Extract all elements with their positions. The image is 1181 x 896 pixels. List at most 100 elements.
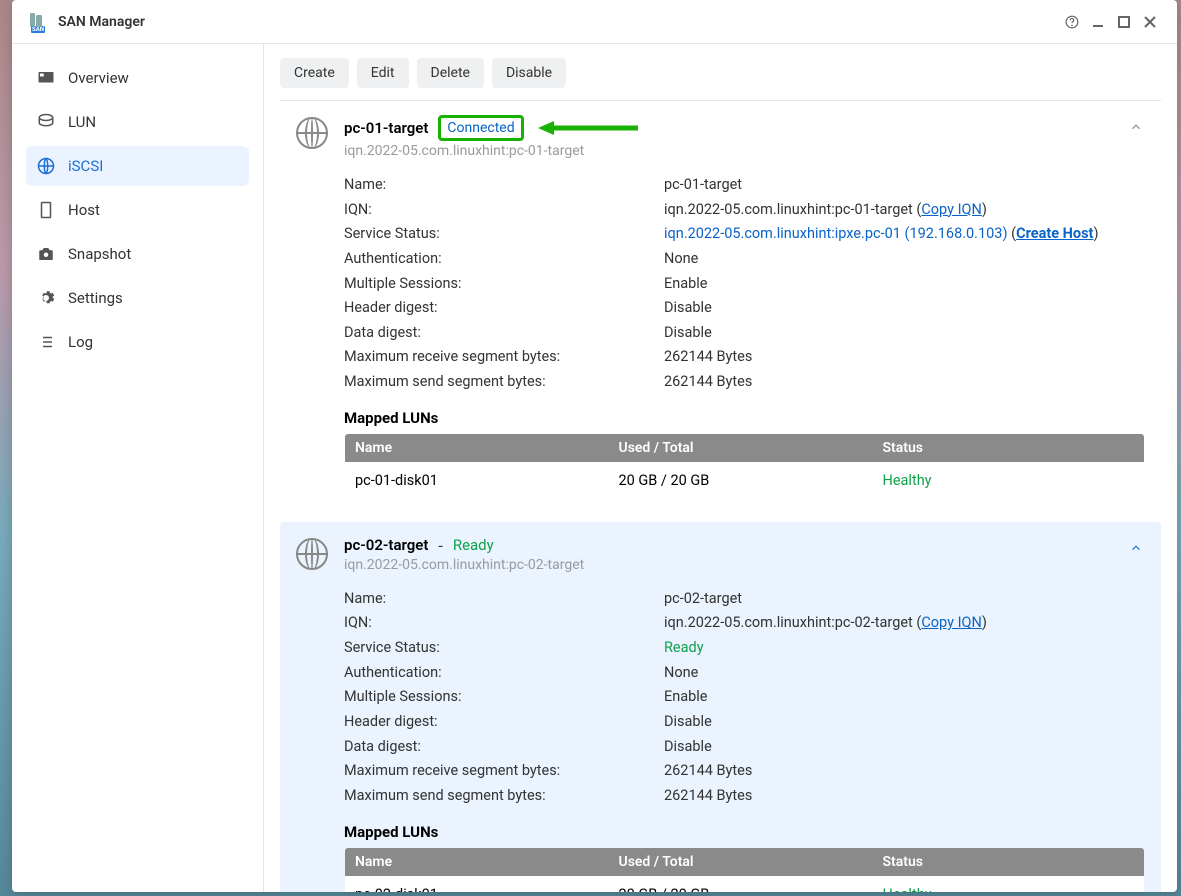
row-value: 262144 Bytes (664, 345, 1145, 370)
row-label: Multiple Sessions: (344, 272, 664, 297)
sidebar-item-label: iSCSI (68, 157, 103, 175)
row-label: Data digest: (344, 321, 664, 346)
app-window: SAN SAN Manager Overview LUN iSCSI Ho (12, 0, 1177, 892)
sidebar-item-snapshot[interactable]: Snapshot (26, 234, 249, 274)
row-label: Multiple Sessions: (344, 685, 664, 710)
close-button[interactable] (1139, 11, 1161, 33)
row-label: IQN: (344, 198, 664, 223)
copy-iqn-link[interactable]: Copy IQN (921, 614, 982, 631)
globe-icon (36, 156, 56, 176)
table-row[interactable]: pc-01-disk01 20 GB / 20 GB Healthy (345, 462, 1145, 500)
col-status: Status (873, 433, 1145, 462)
cell-used-total: 20 GB / 20 GB (609, 876, 873, 892)
sidebar-item-label: Log (68, 333, 93, 351)
row-label: Header digest: (344, 710, 664, 735)
target-iqn-subtitle: iqn.2022-05.com.linuxhint:pc-01-target (344, 143, 1145, 159)
create-button[interactable]: Create (280, 58, 349, 88)
cell-name: pc-02-disk01 (345, 876, 609, 892)
row-label: Header digest: (344, 296, 664, 321)
row-label: Service Status: (344, 222, 664, 247)
sidebar-item-settings[interactable]: Settings (26, 278, 249, 318)
status-text-ready: Ready (453, 536, 494, 554)
row-label: Maximum receive segment bytes: (344, 345, 664, 370)
sidebar-item-label: LUN (68, 113, 96, 131)
toolbar: Create Edit Delete Disable (280, 58, 1161, 101)
cell-used-total: 20 GB / 20 GB (609, 462, 873, 500)
sidebar-item-lun[interactable]: LUN (26, 102, 249, 142)
row-label: Name: (344, 173, 664, 198)
dashboard-icon (36, 68, 56, 88)
cell-status: Healthy (873, 876, 1145, 892)
sidebar-item-overview[interactable]: Overview (26, 58, 249, 98)
maximize-button[interactable] (1113, 11, 1135, 33)
row-value: Ready (664, 639, 704, 656)
col-used-total: Used / Total (609, 847, 873, 876)
row-value: None (664, 661, 1145, 686)
col-name: Name (345, 433, 609, 462)
mapped-luns-heading: Mapped LUNs (344, 409, 1145, 427)
col-name: Name (345, 847, 609, 876)
col-used-total: Used / Total (609, 433, 873, 462)
camera-icon (36, 244, 56, 264)
app-title: SAN Manager (58, 14, 145, 30)
list-icon (36, 332, 56, 352)
status-badge-connected: Connected (438, 115, 523, 141)
cell-status: Healthy (873, 462, 1145, 500)
row-value: Disable (664, 735, 1145, 760)
sidebar-item-label: Snapshot (68, 245, 131, 263)
row-value: Enable (664, 272, 1145, 297)
mapped-luns-heading: Mapped LUNs (344, 823, 1145, 841)
row-value: Disable (664, 710, 1145, 735)
mapped-luns-table: Name Used / Total Status pc-01-disk01 20… (344, 433, 1145, 500)
target-iqn-subtitle: iqn.2022-05.com.linuxhint:pc-02-target (344, 557, 1145, 573)
app-icon: SAN (28, 13, 48, 31)
target-name: pc-01-target (344, 119, 428, 137)
row-value: Disable (664, 296, 1145, 321)
row-label: Data digest: (344, 735, 664, 760)
row-label: Name: (344, 587, 664, 612)
row-label: IQN: (344, 611, 664, 636)
device-icon (36, 200, 56, 220)
collapse-toggle[interactable] (1129, 540, 1143, 559)
row-value-iqn: iqn.2022-05.com.linuxhint:pc-02-target (… (664, 611, 1145, 636)
row-label: Maximum send segment bytes: (344, 370, 664, 395)
row-value: Disable (664, 321, 1145, 346)
cell-name: pc-01-disk01 (345, 462, 609, 500)
gear-icon (36, 288, 56, 308)
row-label: Service Status: (344, 636, 664, 661)
row-value: None (664, 247, 1145, 272)
help-button[interactable] (1061, 11, 1083, 33)
row-value: 262144 Bytes (664, 370, 1145, 395)
table-row[interactable]: pc-02-disk01 20 GB / 20 GB Healthy (345, 876, 1145, 892)
minimize-button[interactable] (1087, 11, 1109, 33)
delete-button[interactable]: Delete (417, 58, 484, 88)
titlebar: SAN SAN Manager (12, 0, 1177, 44)
edit-button[interactable]: Edit (357, 58, 409, 88)
row-value: pc-01-target (664, 173, 1145, 198)
sidebar-item-log[interactable]: Log (26, 322, 249, 362)
row-label: Maximum receive segment bytes: (344, 759, 664, 784)
annotation-arrow-icon (538, 119, 638, 137)
sidebar-item-host[interactable]: Host (26, 190, 249, 230)
row-value: 262144 Bytes (664, 759, 1145, 784)
row-value: 262144 Bytes (664, 784, 1145, 809)
col-status: Status (873, 847, 1145, 876)
sidebar-item-label: Overview (68, 69, 129, 87)
create-host-link[interactable]: Create Host (1016, 225, 1093, 242)
main-content: Create Edit Delete Disable pc-01-target … (264, 44, 1177, 892)
target-name: pc-02-target (344, 536, 428, 554)
row-label: Authentication: (344, 247, 664, 272)
row-label: Authentication: (344, 661, 664, 686)
sidebar-item-label: Host (68, 201, 100, 219)
disable-button[interactable]: Disable (492, 58, 566, 88)
row-value-service: iqn.2022-05.com.linuxhint:ipxe.pc-01 (19… (664, 222, 1145, 247)
target-card-pc-02[interactable]: pc-02-target - Ready iqn.2022-05.com.lin… (280, 522, 1161, 892)
row-label: Maximum send segment bytes: (344, 784, 664, 809)
target-card-pc-01[interactable]: pc-01-target Connected iqn.2022-05.com.l… (280, 101, 1161, 514)
copy-iqn-link[interactable]: Copy IQN (921, 201, 982, 218)
row-value: pc-02-target (664, 587, 1145, 612)
row-value-iqn: iqn.2022-05.com.linuxhint:pc-01-target (… (664, 198, 1145, 223)
sidebar-item-iscsi[interactable]: iSCSI (26, 146, 249, 186)
collapse-toggle[interactable] (1129, 119, 1143, 138)
mapped-luns-table: Name Used / Total Status pc-02-disk01 20… (344, 847, 1145, 892)
